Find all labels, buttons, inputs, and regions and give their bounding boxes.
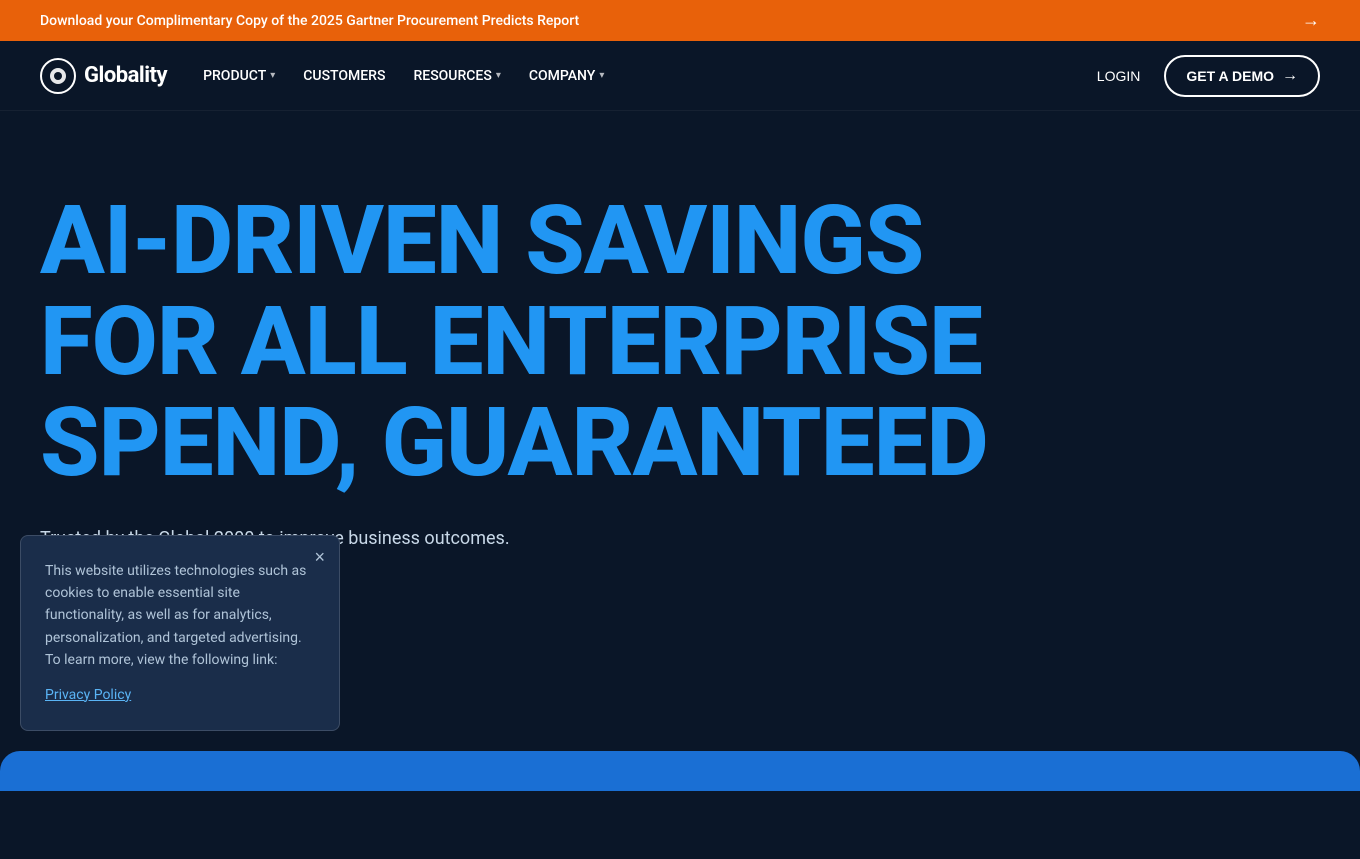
nav-right: LOGIN GET A DEMO → [1097,55,1320,97]
arrow-right-icon: → [1282,67,1298,85]
nav-item-company[interactable]: COMPANY ▾ [529,68,605,84]
nav-item-product[interactable]: PRODUCT ▾ [203,68,275,84]
hero-title-line1: AI-DRIVEN SAVINGS [40,185,923,297]
chevron-down-icon: ▾ [599,70,604,81]
logo[interactable]: Globality [40,58,167,94]
logo-icon [40,58,76,94]
banner-arrow-icon: → [1302,10,1320,31]
nav-items: PRODUCT ▾ CUSTOMERS RESOURCES ▾ COMPANY … [203,68,604,84]
nav-item-resources[interactable]: RESOURCES ▾ [413,68,500,84]
nav-left: Globality PRODUCT ▾ CUSTOMERS RESOURCES … [40,58,604,94]
cookie-banner: × This website utilizes technologies suc… [20,535,340,731]
main-nav: Globality PRODUCT ▾ CUSTOMERS RESOURCES … [0,41,1360,111]
cookie-body-text: This website utilizes technologies such … [45,560,315,672]
bottom-strip [0,751,1360,791]
top-banner[interactable]: Download your Complimentary Copy of the … [0,0,1360,41]
hero-title-line2: FOR ALL ENTERPRISE [40,286,982,398]
chevron-down-icon: ▾ [496,70,501,81]
logo-text: Globality [84,63,167,88]
hero-title: AI-DRIVEN SAVINGS FOR ALL ENTERPRISE SPE… [40,191,1000,493]
hero-title-line3: SPEND, GUARANTEED [40,387,988,499]
hero-section: AI-DRIVEN SAVINGS FOR ALL ENTERPRISE SPE… [0,111,1360,791]
chevron-down-icon: ▾ [270,70,275,81]
get-demo-button[interactable]: GET A DEMO → [1164,55,1320,97]
nav-item-customers[interactable]: CUSTOMERS [303,68,385,84]
banner-text: Download your Complimentary Copy of the … [40,13,579,29]
privacy-policy-link[interactable]: Privacy Policy [45,687,131,703]
cookie-close-button[interactable]: × [314,548,325,566]
login-button[interactable]: LOGIN [1097,68,1141,84]
